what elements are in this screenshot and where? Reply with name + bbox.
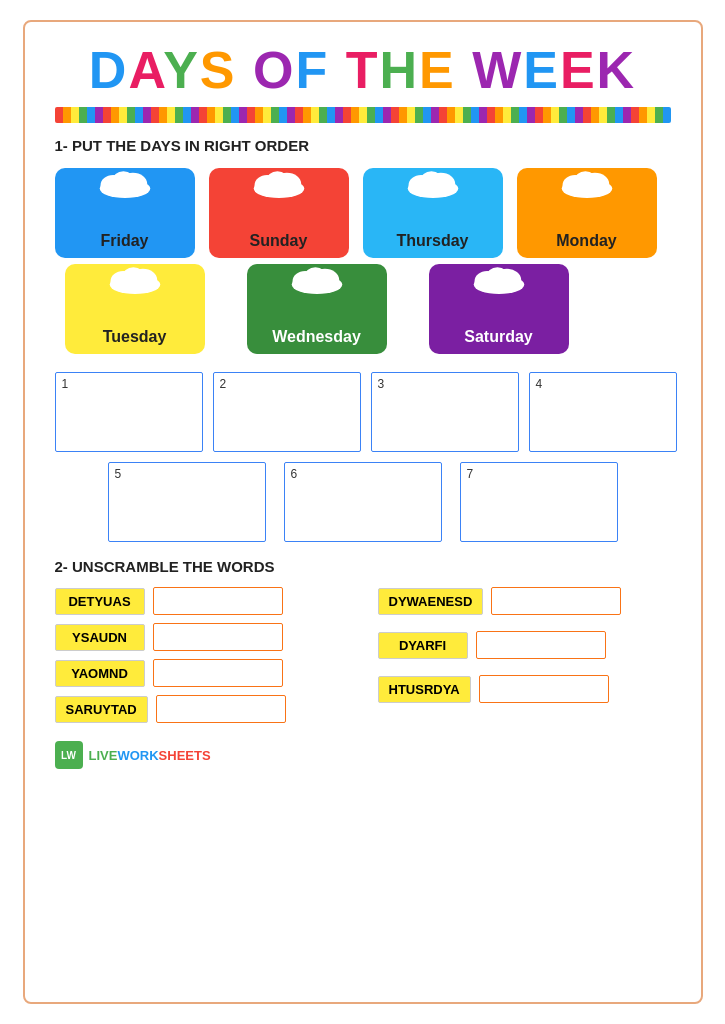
section1-title: 1- PUT THE DAYS IN RIGHT ORDER <box>55 137 671 154</box>
page-title: DAYS OF THE WEEK <box>55 42 671 99</box>
answer-htusrdya[interactable] <box>479 675 609 703</box>
cloud-icon <box>547 168 627 198</box>
footer: LW LIVEWORKSHEETS <box>55 741 671 769</box>
svg-point-15 <box>574 171 596 190</box>
box-num-3: 3 <box>378 377 385 391</box>
order-section: 1 2 3 4 5 6 7 <box>55 372 671 542</box>
scrambled-yaomnd: YAOMND <box>55 660 145 687</box>
scrambled-dyarfi: DYARFI <box>378 632 468 659</box>
box-num-4: 4 <box>536 377 543 391</box>
unscramble-row-ysaudn: YSAUDN <box>55 623 348 651</box>
unscramble-col-right: DYWAENESD DYARFI HTUSRDYA <box>378 587 671 723</box>
answer-dyarfi[interactable] <box>476 631 606 659</box>
answer-yaomnd[interactable] <box>153 659 283 687</box>
day-card-sunday: Sunday <box>209 168 349 258</box>
liveworksheets-logo: LW <box>55 741 83 769</box>
unscramble-grid: DETYUAS YSAUDN YAOMND SARUYTAD DYWAENESD <box>55 587 671 723</box>
cloud-icon <box>85 168 165 198</box>
page: DAYS OF THE WEEK 1- PUT THE DAYS IN RIGH… <box>23 20 703 1004</box>
day-label-tuesday: Tuesday <box>103 328 167 346</box>
order-box-3[interactable]: 3 <box>371 372 519 452</box>
svg-point-7 <box>266 171 288 190</box>
box-num-7: 7 <box>467 467 474 481</box>
scrambled-ysaudn: YSAUDN <box>55 624 145 651</box>
day-card-thursday: Thursday <box>363 168 503 258</box>
box-num-2: 2 <box>220 377 227 391</box>
day-label-thursday: Thursday <box>396 232 468 250</box>
day-label-wednesday: Wednesday <box>272 328 361 346</box>
day-label-friday: Friday <box>100 232 148 250</box>
day-card-friday: Friday <box>55 168 195 258</box>
section2-title: 2- UNSCRAMBLE THE WORDS <box>55 558 671 575</box>
order-row1: 1 2 3 4 <box>55 372 671 452</box>
day-card-tuesday: Tuesday <box>65 264 205 354</box>
unscramble-row-dyarfi: DYARFI <box>378 631 671 659</box>
cloud-icon <box>459 264 539 294</box>
svg-point-11 <box>420 171 442 190</box>
scrambled-htusrdya: HTUSRDYA <box>378 676 471 703</box>
day-cards-row1: Friday Sunday Thursday <box>55 168 671 258</box>
footer-brand: LIVEWORKSHEETS <box>89 748 211 763</box>
unscramble-row-htusrdya: HTUSRDYA <box>378 675 671 703</box>
scrambled-dywaenesd: DYWAENESD <box>378 588 484 615</box>
day-label-saturday: Saturday <box>464 328 532 346</box>
day-cards-row2: Tuesday Wednesday Saturday <box>65 264 671 354</box>
order-box-7[interactable]: 7 <box>460 462 618 542</box>
answer-ysaudn[interactable] <box>153 623 283 651</box>
order-box-4[interactable]: 4 <box>529 372 677 452</box>
svg-point-27 <box>486 267 508 286</box>
day-card-wednesday: Wednesday <box>247 264 387 354</box>
cloud-icon <box>393 168 473 198</box>
order-row2: 5 6 7 <box>55 462 671 542</box>
day-card-monday: Monday <box>517 168 657 258</box>
svg-point-23 <box>304 267 326 286</box>
scrambled-detyuas: DETYUAS <box>55 588 145 615</box>
day-card-saturday: Saturday <box>429 264 569 354</box>
box-num-1: 1 <box>62 377 69 391</box>
unscramble-row-dywaenesd: DYWAENESD <box>378 587 671 615</box>
answer-detyuas[interactable] <box>153 587 283 615</box>
scrambled-saruytad: SARUYTAD <box>55 696 148 723</box>
svg-point-3 <box>112 171 134 190</box>
order-box-2[interactable]: 2 <box>213 372 361 452</box>
unscramble-row-detyuas: DETYUAS <box>55 587 348 615</box>
cloud-icon <box>239 168 319 198</box>
order-box-6[interactable]: 6 <box>284 462 442 542</box>
cloud-icon <box>95 264 175 294</box>
unscramble-col-left: DETYUAS YSAUDN YAOMND SARUYTAD <box>55 587 348 723</box>
cloud-icon <box>277 264 357 294</box>
decorative-banner <box>55 107 671 123</box>
unscramble-row-yaomnd: YAOMND <box>55 659 348 687</box>
day-label-sunday: Sunday <box>250 232 308 250</box>
answer-saruytad[interactable] <box>156 695 286 723</box>
order-box-5[interactable]: 5 <box>108 462 266 542</box>
order-box-1[interactable]: 1 <box>55 372 203 452</box>
answer-dywaenesd[interactable] <box>491 587 621 615</box>
day-label-monday: Monday <box>556 232 616 250</box>
box-num-5: 5 <box>115 467 122 481</box>
svg-point-19 <box>122 267 144 286</box>
unscramble-row-saruytad: SARUYTAD <box>55 695 348 723</box>
box-num-6: 6 <box>291 467 298 481</box>
